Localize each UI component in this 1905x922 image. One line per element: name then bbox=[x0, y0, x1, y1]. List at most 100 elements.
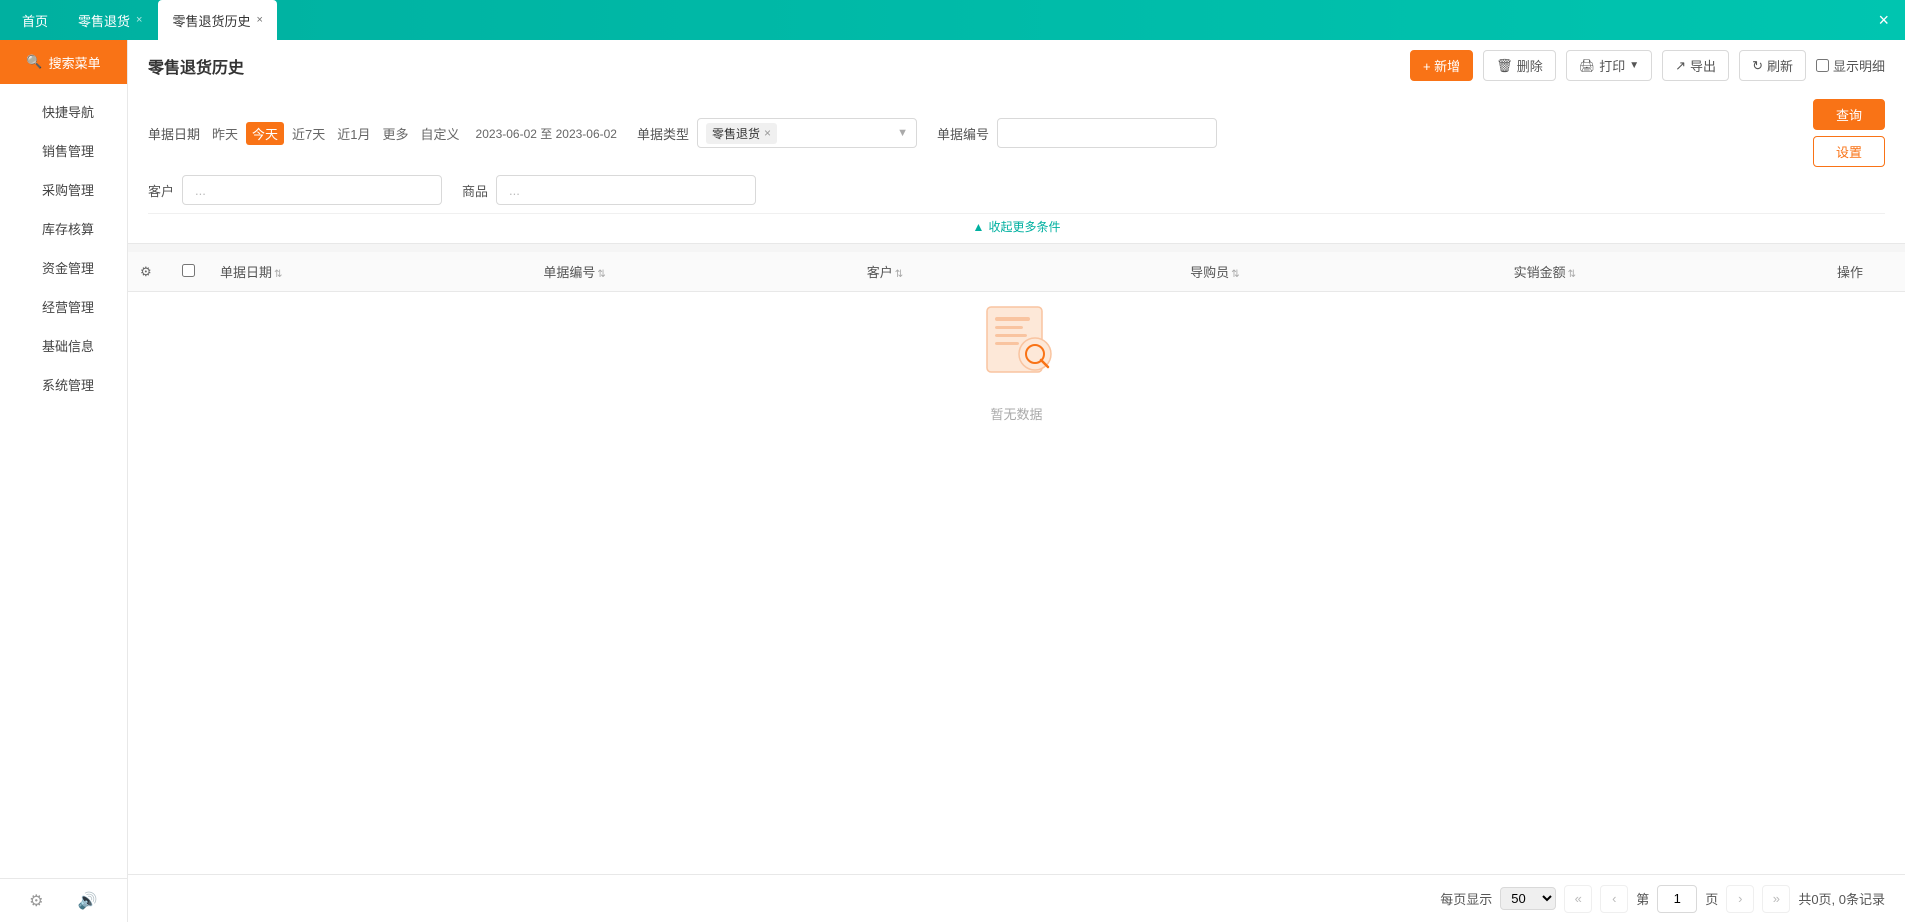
customer-label: 客户 bbox=[148, 181, 174, 200]
sidebar-item-sales[interactable]: 销售管理 bbox=[0, 131, 127, 170]
settings-bottom-icon[interactable]: ⚙ bbox=[29, 891, 43, 911]
empty-text: 暂无数据 bbox=[990, 404, 1042, 423]
sidebar-search-label: 搜索菜单 bbox=[49, 53, 101, 72]
page-number-input[interactable] bbox=[1657, 885, 1697, 913]
sidebar-label-quick-nav: 快捷导航 bbox=[42, 102, 94, 121]
bill-type-label: 单据类型 bbox=[637, 124, 689, 143]
data-table: ⚙ 单据日期⇅单据编号⇅客户⇅导购员⇅实销金额⇅操作 bbox=[128, 252, 1905, 292]
finance-icon bbox=[16, 259, 34, 277]
sort-icon-customer: ⇅ bbox=[895, 269, 903, 280]
page-size-select[interactable]: 102050100 bbox=[1500, 887, 1556, 910]
col-customer[interactable]: 客户⇅ bbox=[855, 252, 1178, 292]
date-shortcut-yesterday[interactable]: 昨天 bbox=[208, 122, 242, 145]
content-area: ⚙ 单据日期⇅单据编号⇅客户⇅导购员⇅实销金额⇅操作 bbox=[128, 252, 1905, 922]
system-icon bbox=[16, 376, 34, 394]
page-header: 零售退货历史 + 新增 🗑 删除 🖨 打印 ▼ ↗ 导出 ↻ bbox=[128, 40, 1905, 244]
bill-type-tag: 零售退货 × bbox=[706, 123, 777, 144]
collapse-arrow-icon: ▲ bbox=[973, 220, 985, 234]
collapse-bar[interactable]: ▲ 收起更多条件 bbox=[148, 213, 1885, 239]
quick-nav-icon bbox=[16, 103, 34, 121]
sort-icon-bill_date: ⇅ bbox=[274, 269, 282, 280]
window-close-button[interactable]: × bbox=[1862, 10, 1905, 31]
query-button[interactable]: 查询 bbox=[1813, 99, 1885, 130]
goods-filter: 商品 ... bbox=[462, 175, 756, 205]
date-filter: 单据日期 昨天今天近7天近1月更多自定义 2023-06-02 至 2023-0… bbox=[148, 122, 617, 145]
date-shortcut-last7[interactable]: 近7天 bbox=[288, 122, 329, 145]
refresh-icon: ↻ bbox=[1752, 58, 1763, 74]
filter-row-1: 单据日期 昨天今天近7天近1月更多自定义 2023-06-02 至 2023-0… bbox=[148, 99, 1885, 167]
display-toggle[interactable]: 显示明细 bbox=[1816, 56, 1885, 75]
purchase-icon bbox=[16, 181, 34, 199]
export-button[interactable]: ↗ 导出 bbox=[1662, 50, 1729, 81]
sidebar-item-inventory[interactable]: 库存核算 bbox=[0, 209, 127, 248]
tab-retail-return[interactable]: 零售退货× bbox=[64, 0, 156, 40]
table-settings-icon[interactable]: ⚙ bbox=[140, 264, 152, 279]
sidebar-search[interactable]: 🔍 搜索菜单 bbox=[0, 40, 127, 84]
col-amount[interactable]: 实销金额⇅ bbox=[1502, 252, 1825, 292]
main-content: 零售退货历史 + 新增 🗑 删除 🖨 打印 ▼ ↗ 导出 ↻ bbox=[128, 40, 1905, 922]
col-actions: 操作 bbox=[1825, 252, 1905, 292]
last-page-button[interactable]: » bbox=[1762, 885, 1790, 913]
tab-home[interactable]: 首页 bbox=[8, 0, 62, 40]
bill-type-select[interactable]: 零售退货 × ▼ bbox=[697, 118, 917, 148]
header-actions: + 新增 🗑 删除 🖨 打印 ▼ ↗ 导出 ↻ 刷新 bbox=[1410, 50, 1885, 81]
sort-icon-guide: ⇅ bbox=[1231, 269, 1239, 280]
sort-icon-bill_no: ⇅ bbox=[597, 269, 605, 280]
pagination: 每页显示 102050100 « ‹ 第 页 › » 共0页, 0条记录 bbox=[128, 874, 1905, 922]
tab-close-retail-return-history[interactable]: × bbox=[256, 14, 262, 26]
sidebar-label-system: 系统管理 bbox=[42, 375, 94, 394]
date-shortcut-more[interactable]: 更多 bbox=[379, 122, 413, 145]
sidebar-item-quick-nav[interactable]: 快捷导航 bbox=[0, 92, 127, 131]
delete-icon: 🗑 bbox=[1496, 58, 1513, 74]
export-icon: ↗ bbox=[1675, 58, 1686, 74]
next-page-button[interactable]: › bbox=[1726, 885, 1754, 913]
date-shortcut-last_month[interactable]: 近1月 bbox=[333, 122, 374, 145]
display-toggle-checkbox[interactable] bbox=[1816, 59, 1829, 72]
tab-retail-return-history[interactable]: 零售退货历史× bbox=[158, 0, 276, 40]
refresh-button[interactable]: ↻ 刷新 bbox=[1739, 50, 1806, 81]
add-button[interactable]: + 新增 bbox=[1410, 50, 1473, 81]
delete-button[interactable]: 🗑 删除 bbox=[1483, 50, 1556, 81]
sidebar-label-finance: 资金管理 bbox=[42, 258, 94, 277]
date-shortcut-custom[interactable]: 自定义 bbox=[417, 122, 464, 145]
prev-page-button[interactable]: ‹ bbox=[1600, 885, 1628, 913]
col-checkbox bbox=[168, 252, 208, 292]
sidebar: 🔍 搜索菜单 快捷导航销售管理采购管理库存核算资金管理经营管理基础信息系统管理 … bbox=[0, 40, 128, 922]
sidebar-label-purchase: 采购管理 bbox=[42, 180, 94, 199]
sidebar-label-basic: 基础信息 bbox=[42, 336, 94, 355]
filter-area: 单据日期 昨天今天近7天近1月更多自定义 2023-06-02 至 2023-0… bbox=[148, 89, 1885, 243]
audio-bottom-icon[interactable]: 🔊 bbox=[78, 891, 98, 911]
print-button[interactable]: 🖨 打印 ▼ bbox=[1566, 50, 1652, 81]
bill-type-filter: 单据类型 零售退货 × ▼ bbox=[637, 118, 917, 148]
tab-list: 首页零售退货×零售退货历史× bbox=[8, 0, 1862, 40]
sidebar-item-purchase[interactable]: 采购管理 bbox=[0, 170, 127, 209]
bill-no-input[interactable] bbox=[997, 118, 1217, 148]
goods-select[interactable]: ... bbox=[496, 175, 756, 205]
inventory-icon bbox=[16, 220, 34, 238]
settings-button[interactable]: 设置 bbox=[1813, 136, 1885, 167]
print-arrow-icon: ▼ bbox=[1629, 60, 1639, 71]
query-actions: 查询 设置 bbox=[1813, 99, 1885, 167]
sidebar-item-operations[interactable]: 经营管理 bbox=[0, 287, 127, 326]
first-page-button[interactable]: « bbox=[1564, 885, 1592, 913]
col-guide[interactable]: 导购员⇅ bbox=[1178, 252, 1501, 292]
customer-select[interactable]: ... bbox=[182, 175, 442, 205]
bill-type-remove[interactable]: × bbox=[764, 126, 771, 140]
sort-icon-amount: ⇅ bbox=[1568, 269, 1576, 280]
sidebar-item-system[interactable]: 系统管理 bbox=[0, 365, 127, 404]
bill-no-label: 单据编号 bbox=[937, 124, 989, 143]
tab-close-retail-return[interactable]: × bbox=[136, 14, 142, 26]
sidebar-item-basic[interactable]: 基础信息 bbox=[0, 326, 127, 365]
basic-icon bbox=[16, 337, 34, 355]
date-shortcut-today[interactable]: 今天 bbox=[246, 122, 284, 145]
empty-icon bbox=[967, 292, 1067, 392]
select-all-checkbox[interactable] bbox=[182, 264, 195, 277]
filter-row-2: 客户 ... 商品 ... bbox=[148, 175, 1885, 205]
goods-placeholder: ... bbox=[505, 183, 524, 198]
goods-label: 商品 bbox=[462, 181, 488, 200]
search-icon: 🔍 bbox=[26, 54, 42, 70]
col-bill_no[interactable]: 单据编号⇅ bbox=[531, 252, 854, 292]
col-bill_date[interactable]: 单据日期⇅ bbox=[208, 252, 531, 292]
sidebar-item-finance[interactable]: 资金管理 bbox=[0, 248, 127, 287]
page-size-label: 每页显示 bbox=[1440, 889, 1492, 908]
